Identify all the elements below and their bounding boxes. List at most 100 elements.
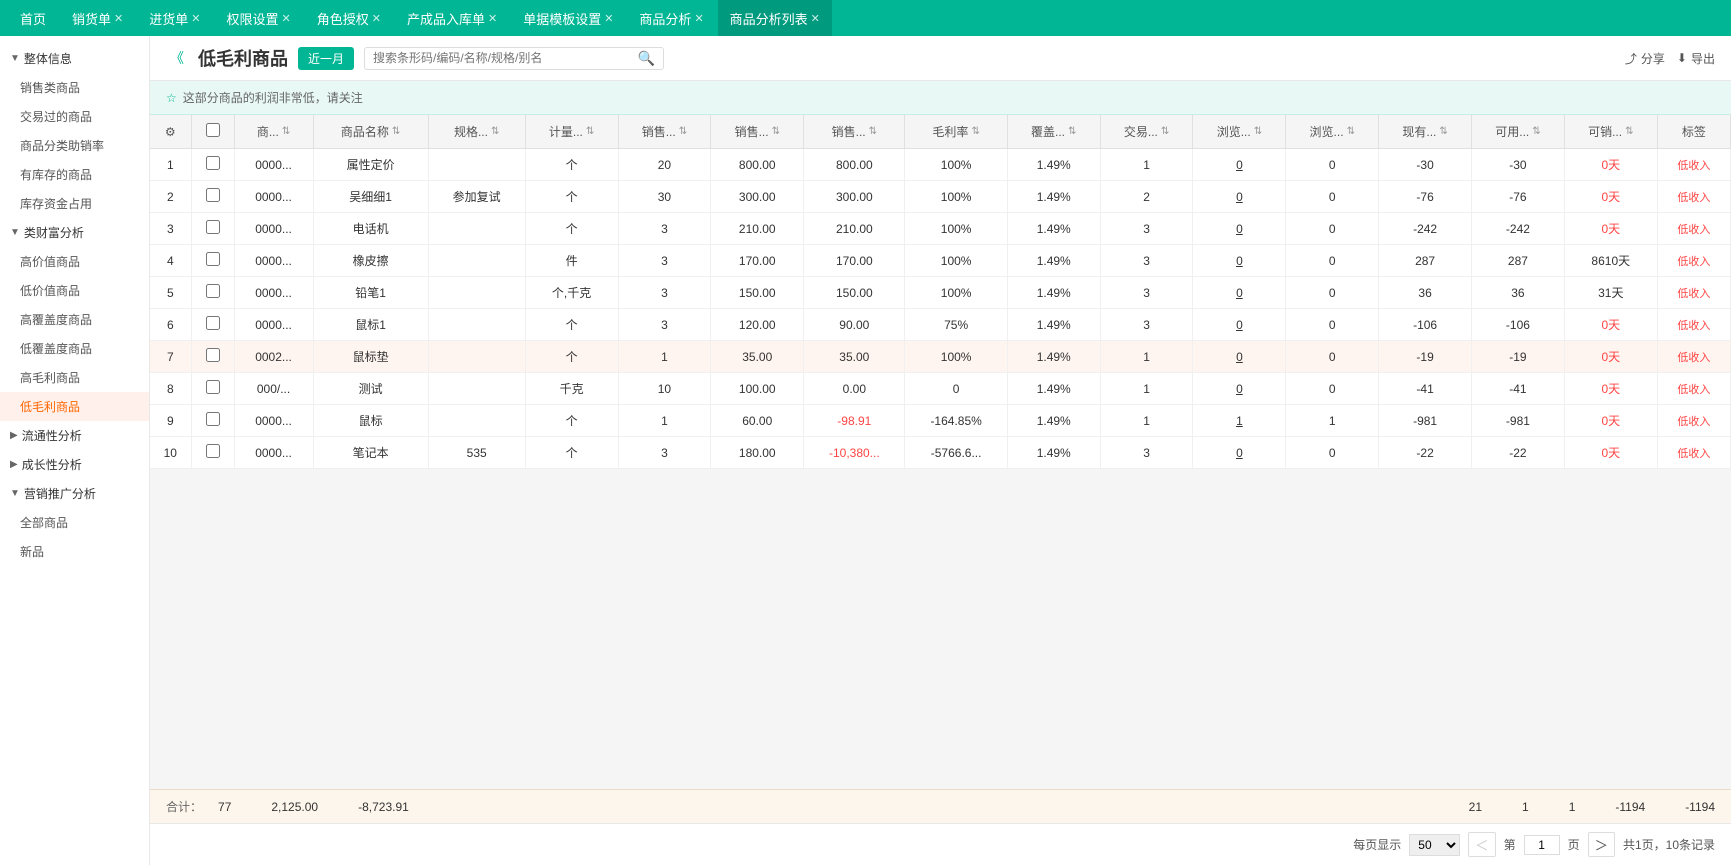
export-button[interactable]: ⬇ 导出 bbox=[1677, 50, 1715, 67]
sidebar-item-all-products[interactable]: 全部商品 bbox=[0, 508, 149, 537]
sort-code[interactable]: ⇅ bbox=[282, 126, 290, 137]
row-checkbox[interactable] bbox=[191, 373, 234, 405]
nav-item-role[interactable]: 角色授权 ✕ bbox=[305, 0, 393, 36]
col-sale-count-header[interactable]: 销售... ⇅ bbox=[618, 115, 711, 149]
row-browse1[interactable]: 0 bbox=[1193, 373, 1286, 405]
row-browse1[interactable]: 0 bbox=[1193, 181, 1286, 213]
row-checkbox[interactable] bbox=[191, 437, 234, 469]
sidebar-group-liquidity[interactable]: ▶ 流通性分析 bbox=[0, 421, 149, 450]
row-browse1[interactable]: 1 bbox=[1193, 405, 1286, 437]
page-number-input[interactable] bbox=[1524, 835, 1560, 855]
nav-item-template[interactable]: 单据模板设置 ✕ bbox=[511, 0, 625, 36]
sort-unit[interactable]: ⇅ bbox=[586, 126, 594, 137]
col-coverage-header[interactable]: 覆盖... ⇅ bbox=[1007, 115, 1100, 149]
col-checkbox[interactable] bbox=[191, 115, 234, 149]
col-available-stock-header[interactable]: 可用... ⇅ bbox=[1472, 115, 1565, 149]
row-checkbox[interactable] bbox=[191, 277, 234, 309]
row-checkbox[interactable] bbox=[191, 181, 234, 213]
col-trade-count-header[interactable]: 交易... ⇅ bbox=[1100, 115, 1193, 149]
col-browse1-header[interactable]: 浏览... ⇅ bbox=[1193, 115, 1286, 149]
row-checkbox[interactable] bbox=[191, 341, 234, 373]
sidebar-item-category-rate[interactable]: 商品分类助销率 bbox=[0, 131, 149, 160]
row-browse1[interactable]: 0 bbox=[1193, 277, 1286, 309]
sidebar-item-low-coverage[interactable]: 低覆盖度商品 bbox=[0, 334, 149, 363]
sort-sale-price[interactable]: ⇅ bbox=[772, 126, 780, 137]
sidebar-item-stock-capital[interactable]: 库存资金占用 bbox=[0, 189, 149, 218]
row-browse1[interactable]: 0 bbox=[1193, 213, 1286, 245]
sidebar-item-high-coverage[interactable]: 高覆盖度商品 bbox=[0, 305, 149, 334]
nav-close-analysis-list[interactable]: ✕ bbox=[811, 12, 820, 25]
nav-close-sales[interactable]: ✕ bbox=[114, 12, 123, 25]
period-button[interactable]: 近一月 bbox=[298, 47, 354, 70]
sort-spec[interactable]: ⇅ bbox=[491, 126, 499, 137]
nav-item-product-analysis[interactable]: 商品分析 ✕ bbox=[627, 0, 715, 36]
row-browse1[interactable]: 0 bbox=[1193, 341, 1286, 373]
next-page-btn[interactable]: ＞ bbox=[1588, 832, 1615, 857]
sidebar-item-stock-products[interactable]: 有库存的商品 bbox=[0, 160, 149, 189]
col-current-stock-header[interactable]: 现有... ⇅ bbox=[1379, 115, 1472, 149]
sort-trade-count[interactable]: ⇅ bbox=[1161, 126, 1169, 137]
share-button[interactable]: ⤴ 分享 bbox=[1625, 50, 1665, 67]
search-icon[interactable]: 🔍 bbox=[638, 50, 655, 67]
row-browse1[interactable]: 0 bbox=[1193, 245, 1286, 277]
select-all-checkbox[interactable] bbox=[206, 123, 220, 137]
search-input[interactable] bbox=[373, 51, 638, 65]
sidebar-item-traded-products[interactable]: 交易过的商品 bbox=[0, 102, 149, 131]
nav-item-analysis-list[interactable]: 商品分析列表 ✕ bbox=[718, 0, 832, 36]
row-browse1[interactable]: 0 bbox=[1193, 437, 1286, 469]
col-unit-header[interactable]: 计量... ⇅ bbox=[525, 115, 618, 149]
row-spec: 535 bbox=[428, 437, 525, 469]
sort-browse2[interactable]: ⇅ bbox=[1347, 126, 1355, 137]
sidebar-item-high-value[interactable]: 高价值商品 bbox=[0, 247, 149, 276]
col-spec-header[interactable]: 规格... ⇅ bbox=[428, 115, 525, 149]
nav-close-permission[interactable]: ✕ bbox=[282, 12, 291, 25]
col-settings[interactable]: ⚙ bbox=[150, 115, 191, 149]
row-checkbox[interactable] bbox=[191, 245, 234, 277]
sort-gross-rate[interactable]: ⇅ bbox=[971, 126, 979, 137]
nav-close-role[interactable]: ✕ bbox=[372, 12, 381, 25]
row-checkbox[interactable] bbox=[191, 405, 234, 437]
sort-sale-profit[interactable]: ⇅ bbox=[869, 126, 877, 137]
sidebar-item-low-margin[interactable]: 低毛利商品 bbox=[0, 392, 149, 421]
row-browse1[interactable]: 0 bbox=[1193, 309, 1286, 341]
prev-page-btn[interactable]: ＜ bbox=[1468, 832, 1495, 857]
sort-name[interactable]: ⇅ bbox=[392, 126, 400, 137]
nav-close-product-analysis[interactable]: ✕ bbox=[694, 12, 703, 25]
sidebar-group-growth[interactable]: ▶ 成长性分析 bbox=[0, 450, 149, 479]
sidebar-item-new-products[interactable]: 新品 bbox=[0, 537, 149, 566]
row-browse1[interactable]: 0 bbox=[1193, 149, 1286, 181]
sidebar-item-high-margin[interactable]: 高毛利商品 bbox=[0, 363, 149, 392]
row-checkbox[interactable] bbox=[191, 213, 234, 245]
sidebar-item-sales-products[interactable]: 销售类商品 bbox=[0, 73, 149, 102]
nav-close-purchase[interactable]: ✕ bbox=[191, 12, 200, 25]
nav-item-permission[interactable]: 权限设置 ✕ bbox=[214, 0, 302, 36]
sidebar-group-overall[interactable]: ▼ 整体信息 bbox=[0, 44, 149, 73]
row-checkbox[interactable] bbox=[191, 309, 234, 341]
col-code-header[interactable]: 商... ⇅ bbox=[234, 115, 313, 149]
col-sellable-header[interactable]: 可销... ⇅ bbox=[1564, 115, 1657, 149]
nav-item-purchase[interactable]: 进货单 ✕ bbox=[137, 0, 212, 36]
sort-coverage[interactable]: ⇅ bbox=[1068, 126, 1076, 137]
sidebar-group-marketing[interactable]: ▼ 营销推广分析 bbox=[0, 479, 149, 508]
nav-item-home[interactable]: 首页 bbox=[8, 0, 58, 36]
per-page-select[interactable]: 50 100 200 bbox=[1409, 834, 1460, 856]
sidebar-group-wealth[interactable]: ▼ 类财富分析 bbox=[0, 218, 149, 247]
sort-sale-count[interactable]: ⇅ bbox=[679, 126, 687, 137]
settings-icon[interactable]: ⚙ bbox=[165, 125, 176, 139]
sort-current-stock[interactable]: ⇅ bbox=[1439, 126, 1447, 137]
sort-available-stock[interactable]: ⇅ bbox=[1532, 126, 1540, 137]
row-checkbox[interactable] bbox=[191, 149, 234, 181]
sidebar-item-low-value[interactable]: 低价值商品 bbox=[0, 276, 149, 305]
sort-sellable[interactable]: ⇅ bbox=[1625, 126, 1633, 137]
col-sale-price-header[interactable]: 销售... ⇅ bbox=[711, 115, 804, 149]
col-name-header[interactable]: 商品名称 ⇅ bbox=[313, 115, 428, 149]
nav-item-product-entry[interactable]: 产成品入库单 ✕ bbox=[395, 0, 509, 36]
nav-item-sales[interactable]: 销货单 ✕ bbox=[60, 0, 135, 36]
col-sale-profit-header[interactable]: 销售... ⇅ bbox=[804, 115, 905, 149]
sidebar-collapse-btn[interactable]: 《 bbox=[166, 44, 188, 72]
nav-close-product-entry[interactable]: ✕ bbox=[488, 12, 497, 25]
nav-close-template[interactable]: ✕ bbox=[604, 12, 613, 25]
sort-browse1[interactable]: ⇅ bbox=[1254, 126, 1262, 137]
col-gross-rate-header[interactable]: 毛利率 ⇅ bbox=[905, 115, 1007, 149]
col-browse2-header[interactable]: 浏览... ⇅ bbox=[1286, 115, 1379, 149]
